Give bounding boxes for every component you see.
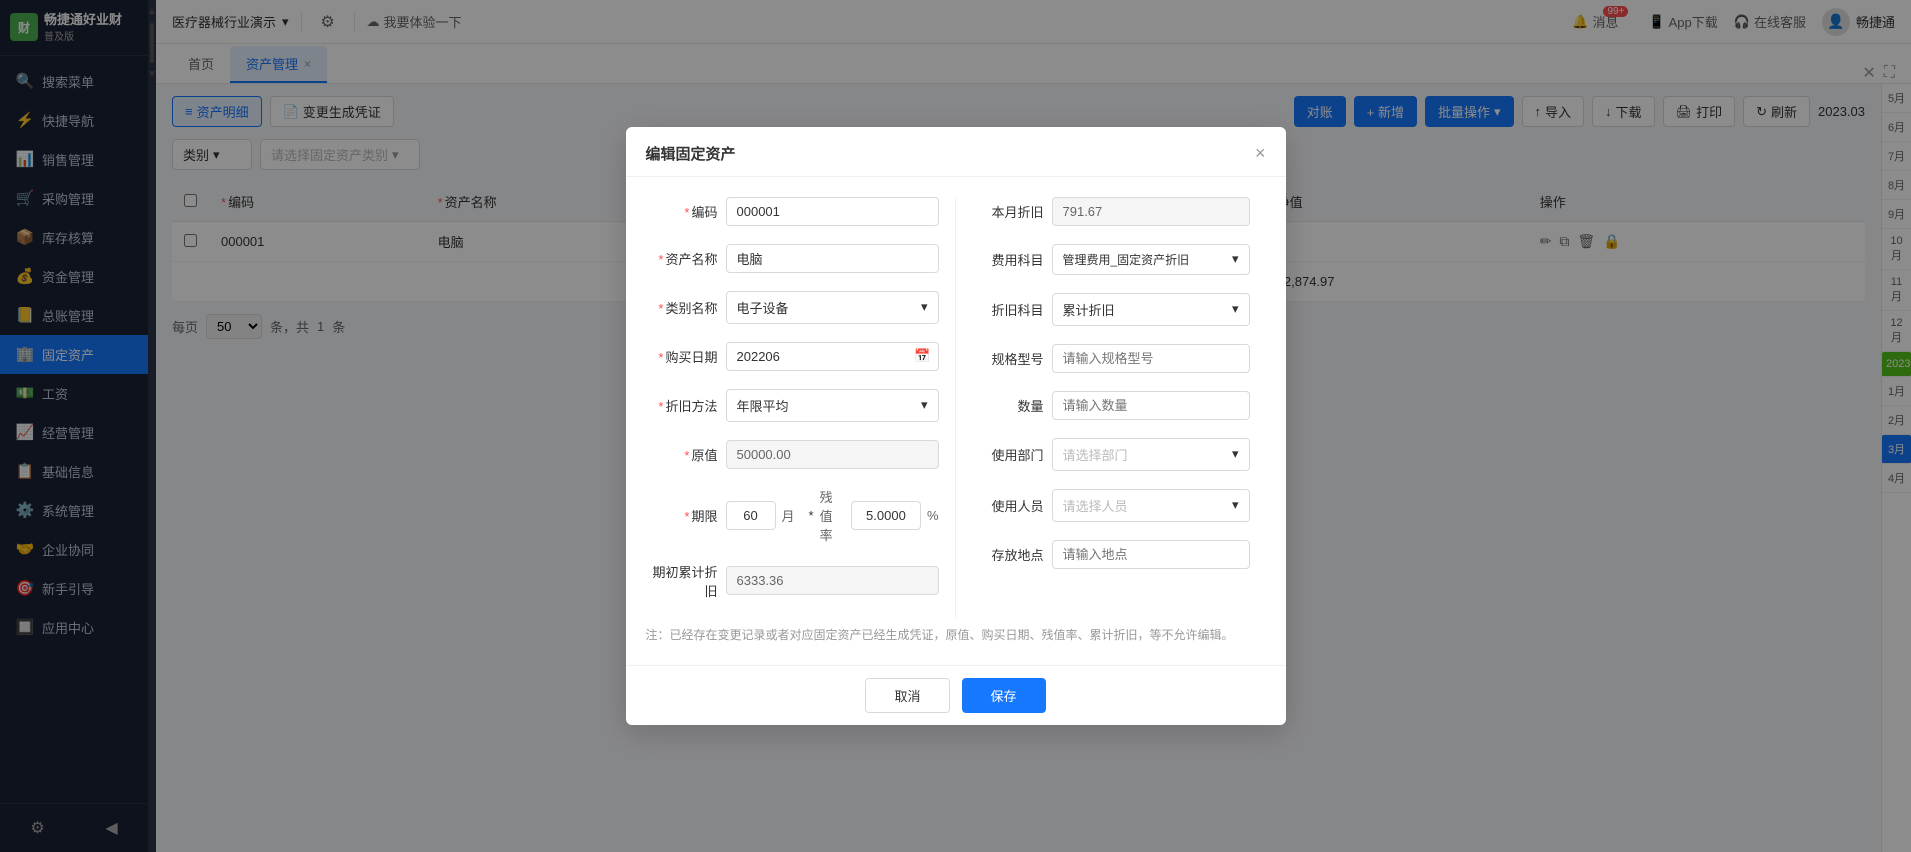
cancel-button[interactable]: 取消 bbox=[865, 678, 949, 713]
form-row-code: *编码 bbox=[646, 197, 939, 226]
modal-header: 编辑固定资产 × bbox=[626, 127, 1286, 177]
depr-method-select[interactable]: 年限平均 ▾ bbox=[726, 389, 939, 422]
form-row-name: *资产名称 bbox=[646, 244, 939, 273]
modal-overlay: 编辑固定资产 × *编码 *资产名称 bbox=[0, 0, 1911, 852]
code-input[interactable] bbox=[726, 197, 939, 226]
form-label-dept: 使用部门 bbox=[972, 445, 1044, 464]
modal-body: *编码 *资产名称 *类别名称 电子设备 bbox=[626, 177, 1286, 665]
dept-chevron-icon: ▾ bbox=[1232, 446, 1239, 462]
form-row-period: *期限 月 * 残值率 % bbox=[646, 487, 939, 544]
form-label-category: *类别名称 bbox=[646, 298, 718, 317]
form-row-period-cumul: 期初累计折旧 bbox=[646, 562, 939, 600]
depr-method-chevron-icon: ▾ bbox=[921, 397, 928, 413]
form-label-location: 存放地点 bbox=[972, 545, 1044, 564]
period-residual-group: 月 * 残值率 % bbox=[726, 487, 939, 544]
modal-close-btn[interactable]: × bbox=[1255, 143, 1266, 164]
expense-sub-chevron-icon: ▾ bbox=[1232, 251, 1239, 267]
modal-footer: 取消 保存 bbox=[626, 665, 1286, 725]
person-chevron-icon: ▾ bbox=[1232, 497, 1239, 513]
form-label-original-value: *原值 bbox=[646, 445, 718, 464]
purchase-date-input[interactable] bbox=[726, 342, 939, 371]
period-cumul-input[interactable] bbox=[726, 566, 939, 595]
dept-select[interactable]: 请选择部门 ▾ bbox=[1052, 438, 1250, 471]
form-label-quantity: 数量 bbox=[972, 396, 1044, 415]
form-label-period: *期限 bbox=[646, 506, 718, 525]
form-label-code: *编码 bbox=[646, 202, 718, 221]
modal-right-col: 本月折旧 费用科目 管理费用_固定资产折旧 ▾ bbox=[956, 197, 1266, 618]
form-label-person: 使用人员 bbox=[972, 496, 1044, 515]
form-row-location: 存放地点 bbox=[972, 540, 1250, 569]
spec-input[interactable] bbox=[1052, 344, 1250, 373]
form-label-name: *资产名称 bbox=[646, 249, 718, 268]
form-row-depr-method: *折旧方法 年限平均 ▾ bbox=[646, 389, 939, 422]
form-label-purchase-date: *购买日期 bbox=[646, 347, 718, 366]
form-row-depr-subject: 折旧科目 累计折旧 ▾ bbox=[972, 293, 1250, 326]
form-label-monthly-depr: 本月折旧 bbox=[972, 202, 1044, 221]
modal-left-col: *编码 *资产名称 *类别名称 电子设备 bbox=[646, 197, 956, 618]
category-select[interactable]: 电子设备 ▾ bbox=[726, 291, 939, 324]
quantity-input[interactable] bbox=[1052, 391, 1250, 420]
original-value-input[interactable] bbox=[726, 440, 939, 469]
modal-title: 编辑固定资产 bbox=[646, 143, 736, 164]
form-row-category: *类别名称 电子设备 ▾ bbox=[646, 291, 939, 324]
form-row-monthly-depr: 本月折旧 bbox=[972, 197, 1250, 226]
depr-subject-select[interactable]: 累计折旧 ▾ bbox=[1052, 293, 1250, 326]
residual-rate-input[interactable] bbox=[851, 501, 921, 530]
monthly-depr-input bbox=[1052, 197, 1250, 226]
form-row-original-value: *原值 bbox=[646, 440, 939, 469]
location-input[interactable] bbox=[1052, 540, 1250, 569]
form-label-spec: 规格型号 bbox=[972, 349, 1044, 368]
expense-subject-select[interactable]: 管理费用_固定资产折旧 ▾ bbox=[1052, 244, 1250, 275]
modal-note: 注：已经存在变更记录或者对应固定资产已经生成凭证，原值、购买日期、残值率、累计折… bbox=[646, 618, 1266, 645]
save-button[interactable]: 保存 bbox=[962, 678, 1046, 713]
form-label-depr-method: *折旧方法 bbox=[646, 396, 718, 415]
form-row-person: 使用人员 请选择人员 ▾ bbox=[972, 489, 1250, 522]
form-row-dept: 使用部门 请选择部门 ▾ bbox=[972, 438, 1250, 471]
name-input[interactable] bbox=[726, 244, 939, 273]
form-row-expense-subject: 费用科目 管理费用_固定资产折旧 ▾ bbox=[972, 244, 1250, 275]
form-label-period-cumul: 期初累计折旧 bbox=[646, 562, 718, 600]
person-select[interactable]: 请选择人员 ▾ bbox=[1052, 489, 1250, 522]
depr-sub-chevron-icon: ▾ bbox=[1232, 301, 1239, 317]
purchase-date-input-wrap: 📅 bbox=[726, 342, 939, 371]
form-label-depr-subject: 折旧科目 bbox=[972, 300, 1044, 319]
form-row-purchase-date: *购买日期 📅 bbox=[646, 342, 939, 371]
form-label-expense-subject: 费用科目 bbox=[972, 250, 1044, 269]
period-input[interactable] bbox=[726, 501, 776, 530]
cat-chevron-icon: ▾ bbox=[921, 299, 928, 315]
edit-asset-modal: 编辑固定资产 × *编码 *资产名称 bbox=[626, 127, 1286, 725]
calendar-icon[interactable]: 📅 bbox=[914, 348, 930, 364]
form-row-spec: 规格型号 bbox=[972, 344, 1250, 373]
form-row-quantity: 数量 bbox=[972, 391, 1250, 420]
